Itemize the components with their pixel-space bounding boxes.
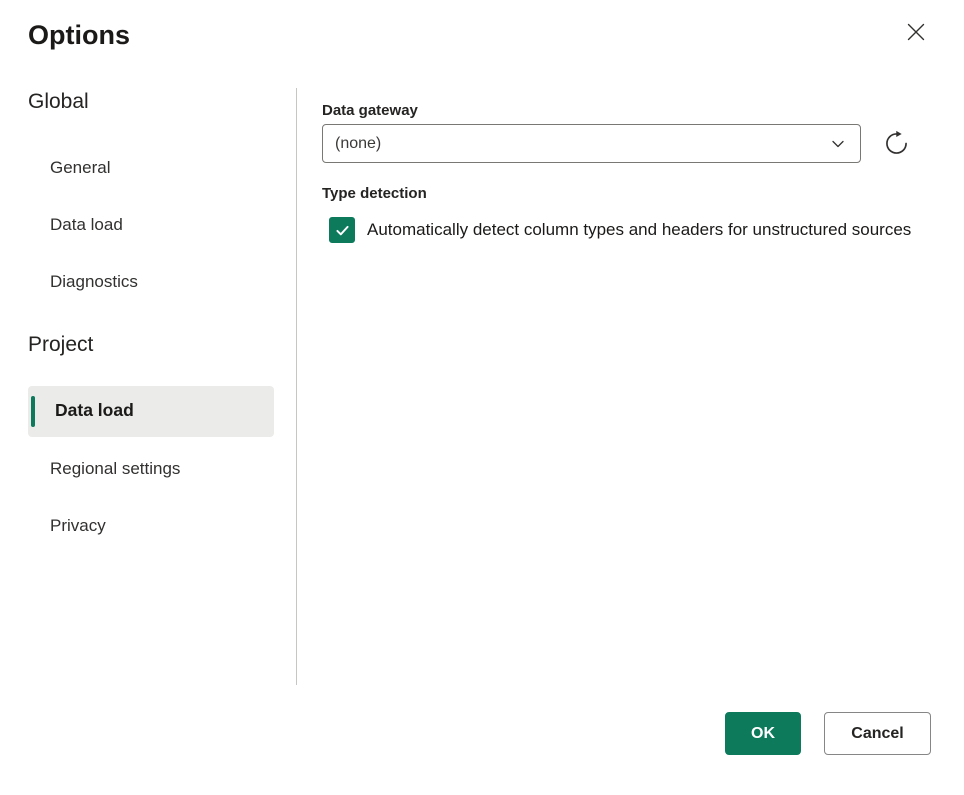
ok-button[interactable]: OK bbox=[725, 712, 801, 755]
data-gateway-dropdown[interactable]: (none) bbox=[322, 124, 861, 163]
sidebar-item-diagnostics[interactable]: Diagnostics bbox=[50, 272, 138, 292]
sidebar-item-privacy[interactable]: Privacy bbox=[50, 516, 106, 536]
sidebar-section-global: Global bbox=[28, 90, 89, 114]
auto-detect-checkbox[interactable] bbox=[329, 217, 355, 243]
sidebar-item-data-load-global[interactable]: Data load bbox=[50, 215, 123, 235]
sidebar-item-label: Data load bbox=[50, 215, 123, 234]
sidebar-item-regional-settings[interactable]: Regional settings bbox=[50, 459, 180, 479]
checkmark-icon bbox=[334, 222, 351, 239]
sidebar-item-label: General bbox=[50, 158, 110, 177]
sidebar-item-label: Diagnostics bbox=[50, 272, 138, 291]
refresh-gateways-button[interactable] bbox=[879, 126, 913, 160]
sidebar-item-data-load-project[interactable]: Data load bbox=[28, 386, 274, 437]
close-icon bbox=[906, 22, 926, 42]
sidebar-item-label: Data load bbox=[55, 400, 134, 421]
data-gateway-selected-value: (none) bbox=[335, 135, 830, 153]
sidebar-section-project: Project bbox=[28, 333, 93, 357]
options-dialog: Options Global General Data load Diagnos… bbox=[0, 0, 964, 795]
auto-detect-checkbox-row[interactable]: Automatically detect column types and he… bbox=[329, 214, 929, 245]
auto-detect-checkbox-label[interactable]: Automatically detect column types and he… bbox=[367, 214, 923, 245]
sidebar-item-label: Regional settings bbox=[50, 459, 180, 478]
selected-indicator-bar bbox=[31, 396, 35, 427]
close-button[interactable] bbox=[901, 17, 931, 47]
dialog-title: Options bbox=[28, 20, 130, 51]
sidebar-item-label: Privacy bbox=[50, 516, 106, 535]
chevron-down-icon bbox=[830, 136, 846, 152]
sidebar-item-general[interactable]: General bbox=[50, 158, 110, 178]
type-detection-label: Type detection bbox=[322, 185, 427, 202]
data-gateway-label: Data gateway bbox=[322, 102, 418, 119]
refresh-icon bbox=[883, 130, 910, 157]
cancel-button[interactable]: Cancel bbox=[824, 712, 931, 755]
sidebar-divider bbox=[296, 88, 297, 685]
